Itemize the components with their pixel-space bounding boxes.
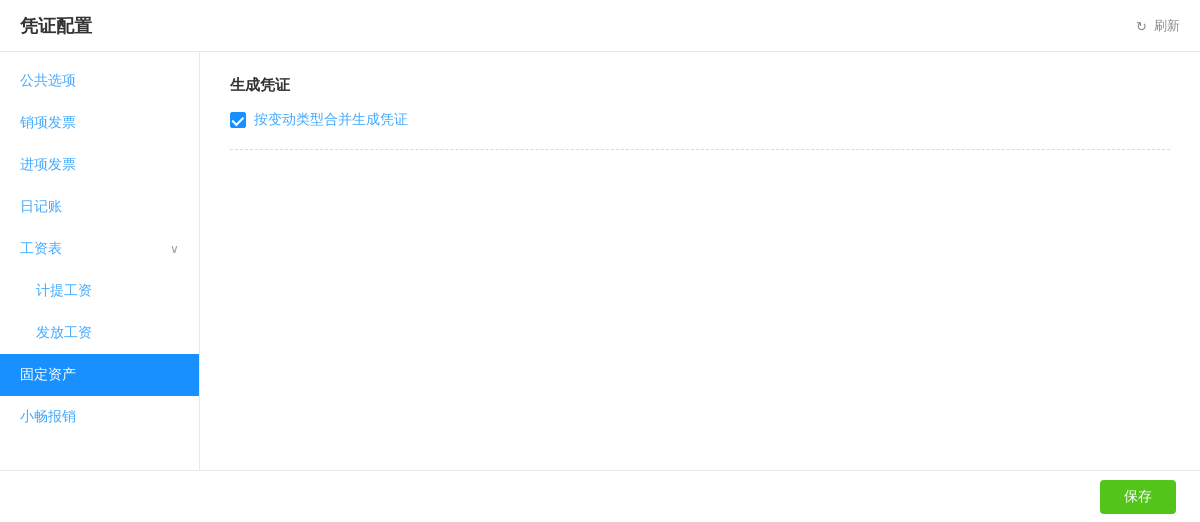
sidebar-item-public[interactable]: 公共选项 xyxy=(0,60,199,102)
divider xyxy=(230,149,1170,150)
content-area: 生成凭证 按变动类型合并生成凭证 xyxy=(200,52,1200,470)
sidebar-item-payroll[interactable]: 工资表 ∨ xyxy=(0,228,199,270)
save-button[interactable]: 保存 xyxy=(1100,480,1176,514)
sidebar-label: 小畅报销 xyxy=(20,408,76,426)
page-title: 凭证配置 xyxy=(20,14,92,38)
sidebar-label: 公共选项 xyxy=(20,72,76,90)
sidebar-item-journal[interactable]: 日记账 xyxy=(0,186,199,228)
sidebar-label: 发放工资 xyxy=(36,324,92,342)
footer: 保存 xyxy=(0,470,1200,522)
sidebar-label: 计提工资 xyxy=(36,282,92,300)
sidebar: 公共选项销项发票进项发票日记账工资表 ∨ 计提工资发放工资固定资产小畅报销 xyxy=(0,52,200,470)
refresh-label: 刷新 xyxy=(1154,17,1180,35)
merge-checkbox[interactable] xyxy=(230,112,246,128)
checkbox-row: 按变动类型合并生成凭证 xyxy=(230,111,1170,129)
sidebar-item-payroll-accrual[interactable]: 计提工资 xyxy=(0,270,199,312)
sidebar-label: 固定资产 xyxy=(20,366,76,384)
chevron-down-icon: ∨ xyxy=(170,242,179,256)
sidebar-item-purchase-invoice[interactable]: 进项发票 xyxy=(0,144,199,186)
refresh-button[interactable]: ↻ 刷新 xyxy=(1136,17,1180,35)
sidebar-label: 工资表 xyxy=(20,240,62,258)
sidebar-item-expense[interactable]: 小畅报销 xyxy=(0,396,199,438)
main-layout: 公共选项销项发票进项发票日记账工资表 ∨ 计提工资发放工资固定资产小畅报销 生成凭证… xyxy=(0,52,1200,470)
sidebar-item-fixed-assets[interactable]: 固定资产 xyxy=(0,354,199,396)
sidebar-label: 日记账 xyxy=(20,198,62,216)
checkbox-label[interactable]: 按变动类型合并生成凭证 xyxy=(254,111,408,129)
sidebar-item-payroll-release[interactable]: 发放工资 xyxy=(0,312,199,354)
sidebar-label: 进项发票 xyxy=(20,156,76,174)
header: 凭证配置 ↻ 刷新 xyxy=(0,0,1200,52)
sidebar-label: 销项发票 xyxy=(20,114,76,132)
sidebar-item-sales-invoice[interactable]: 销项发票 xyxy=(0,102,199,144)
refresh-icon: ↻ xyxy=(1136,19,1150,33)
section-title: 生成凭证 xyxy=(230,76,1170,95)
